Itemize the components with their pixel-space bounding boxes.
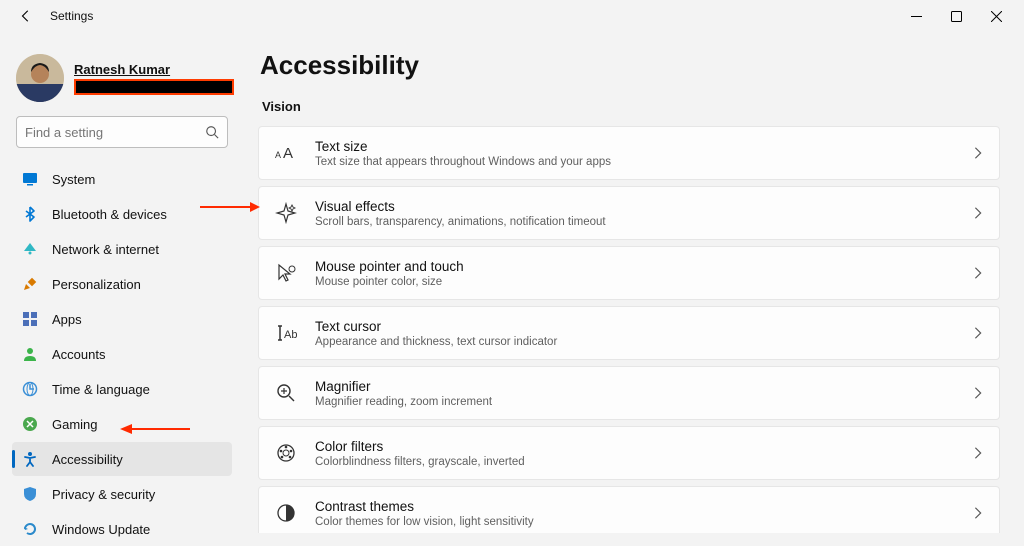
nav-list: System Bluetooth & devices Network & int… [12, 162, 232, 546]
sidebar: Ratnesh Kumar System Bluetooth & devices… [0, 32, 240, 533]
nav-label: Personalization [52, 277, 141, 292]
chevron-right-icon [971, 206, 985, 220]
nav-label: System [52, 172, 95, 187]
contrast-icon [275, 502, 297, 524]
accounts-icon [22, 346, 38, 362]
accessibility-icon [22, 451, 38, 467]
search-box[interactable] [16, 116, 228, 148]
nav-label: Apps [52, 312, 82, 327]
time-language-icon [22, 381, 38, 397]
text-cursor-icon: Ab [275, 322, 297, 344]
nav-label: Accessibility [52, 452, 123, 467]
close-button[interactable] [976, 2, 1016, 30]
chevron-right-icon [971, 326, 985, 340]
card-sub: Magnifier reading, zoom increment [315, 396, 971, 408]
maximize-button[interactable] [936, 2, 976, 30]
color-filters-icon [275, 442, 297, 464]
nav-accessibility[interactable]: Accessibility [12, 442, 232, 476]
bluetooth-icon [22, 206, 38, 222]
gaming-icon [22, 416, 38, 432]
user-block[interactable]: Ratnesh Kumar [16, 54, 232, 102]
card-title: Mouse pointer and touch [315, 259, 971, 274]
chevron-right-icon [971, 446, 985, 460]
chevron-right-icon [971, 146, 985, 160]
update-icon [22, 521, 38, 537]
nav-apps[interactable]: Apps [12, 302, 232, 336]
card-mouse-pointer[interactable]: Mouse pointer and touch Mouse pointer co… [258, 246, 1000, 300]
titlebar: Settings [0, 0, 1024, 32]
nav-label: Time & language [52, 382, 150, 397]
nav-label: Accounts [52, 347, 105, 362]
nav-bluetooth[interactable]: Bluetooth & devices [12, 197, 232, 231]
apps-icon [22, 311, 38, 327]
svg-text:A: A [283, 145, 293, 162]
card-title: Magnifier [315, 379, 971, 394]
card-sub: Colorblindness filters, grayscale, inver… [315, 456, 971, 468]
mouse-pointer-icon [275, 262, 297, 284]
nav-system[interactable]: System [12, 162, 232, 196]
card-title: Contrast themes [315, 499, 971, 514]
card-sub: Appearance and thickness, text cursor in… [315, 336, 971, 348]
nav-time-language[interactable]: Time & language [12, 372, 232, 406]
card-sub: Scroll bars, transparency, animations, n… [315, 216, 971, 228]
page-title: Accessibility [260, 50, 1000, 81]
nav-windows-update[interactable]: Windows Update [12, 512, 232, 546]
main-panel: Accessibility Vision AA Text size Text s… [240, 32, 1024, 533]
card-title: Visual effects [315, 199, 971, 214]
svg-text:Ab: Ab [284, 329, 297, 341]
chevron-right-icon [971, 506, 985, 520]
search-icon [205, 125, 219, 139]
nav-gaming[interactable]: Gaming [12, 407, 232, 441]
nav-label: Bluetooth & devices [52, 207, 167, 222]
card-visual-effects[interactable]: Visual effects Scroll bars, transparency… [258, 186, 1000, 240]
privacy-icon [22, 486, 38, 502]
card-text-cursor[interactable]: Ab Text cursor Appearance and thickness,… [258, 306, 1000, 360]
chevron-right-icon [971, 386, 985, 400]
card-contrast-themes[interactable]: Contrast themes Color themes for low vis… [258, 486, 1000, 533]
app-title: Settings [50, 9, 93, 23]
nav-label: Windows Update [52, 522, 150, 537]
nav-label: Network & internet [52, 242, 159, 257]
card-sub: Mouse pointer color, size [315, 276, 971, 288]
network-icon [22, 241, 38, 257]
visual-effects-icon [275, 202, 297, 224]
personalization-icon [22, 276, 38, 292]
user-email-redacted [74, 79, 234, 95]
text-size-icon: AA [275, 142, 297, 164]
nav-personalization[interactable]: Personalization [12, 267, 232, 301]
chevron-right-icon [971, 266, 985, 280]
section-header: Vision [262, 99, 1000, 114]
system-icon [22, 171, 38, 187]
nav-label: Privacy & security [52, 487, 155, 502]
nav-network[interactable]: Network & internet [12, 232, 232, 266]
nav-privacy[interactable]: Privacy & security [12, 477, 232, 511]
card-sub: Color themes for low vision, light sensi… [315, 516, 971, 528]
user-name: Ratnesh Kumar [74, 62, 234, 77]
card-magnifier[interactable]: Magnifier Magnifier reading, zoom increm… [258, 366, 1000, 420]
avatar [16, 54, 64, 102]
nav-accounts[interactable]: Accounts [12, 337, 232, 371]
card-title: Color filters [315, 439, 971, 454]
card-text-size[interactable]: AA Text size Text size that appears thro… [258, 126, 1000, 180]
card-color-filters[interactable]: Color filters Colorblindness filters, gr… [258, 426, 1000, 480]
nav-label: Gaming [52, 417, 98, 432]
card-title: Text size [315, 139, 971, 154]
card-sub: Text size that appears throughout Window… [315, 156, 971, 168]
minimize-button[interactable] [896, 2, 936, 30]
back-button[interactable] [14, 4, 38, 28]
svg-text:A: A [275, 150, 281, 160]
card-title: Text cursor [315, 319, 971, 334]
magnifier-icon [275, 382, 297, 404]
search-input[interactable] [25, 125, 205, 140]
